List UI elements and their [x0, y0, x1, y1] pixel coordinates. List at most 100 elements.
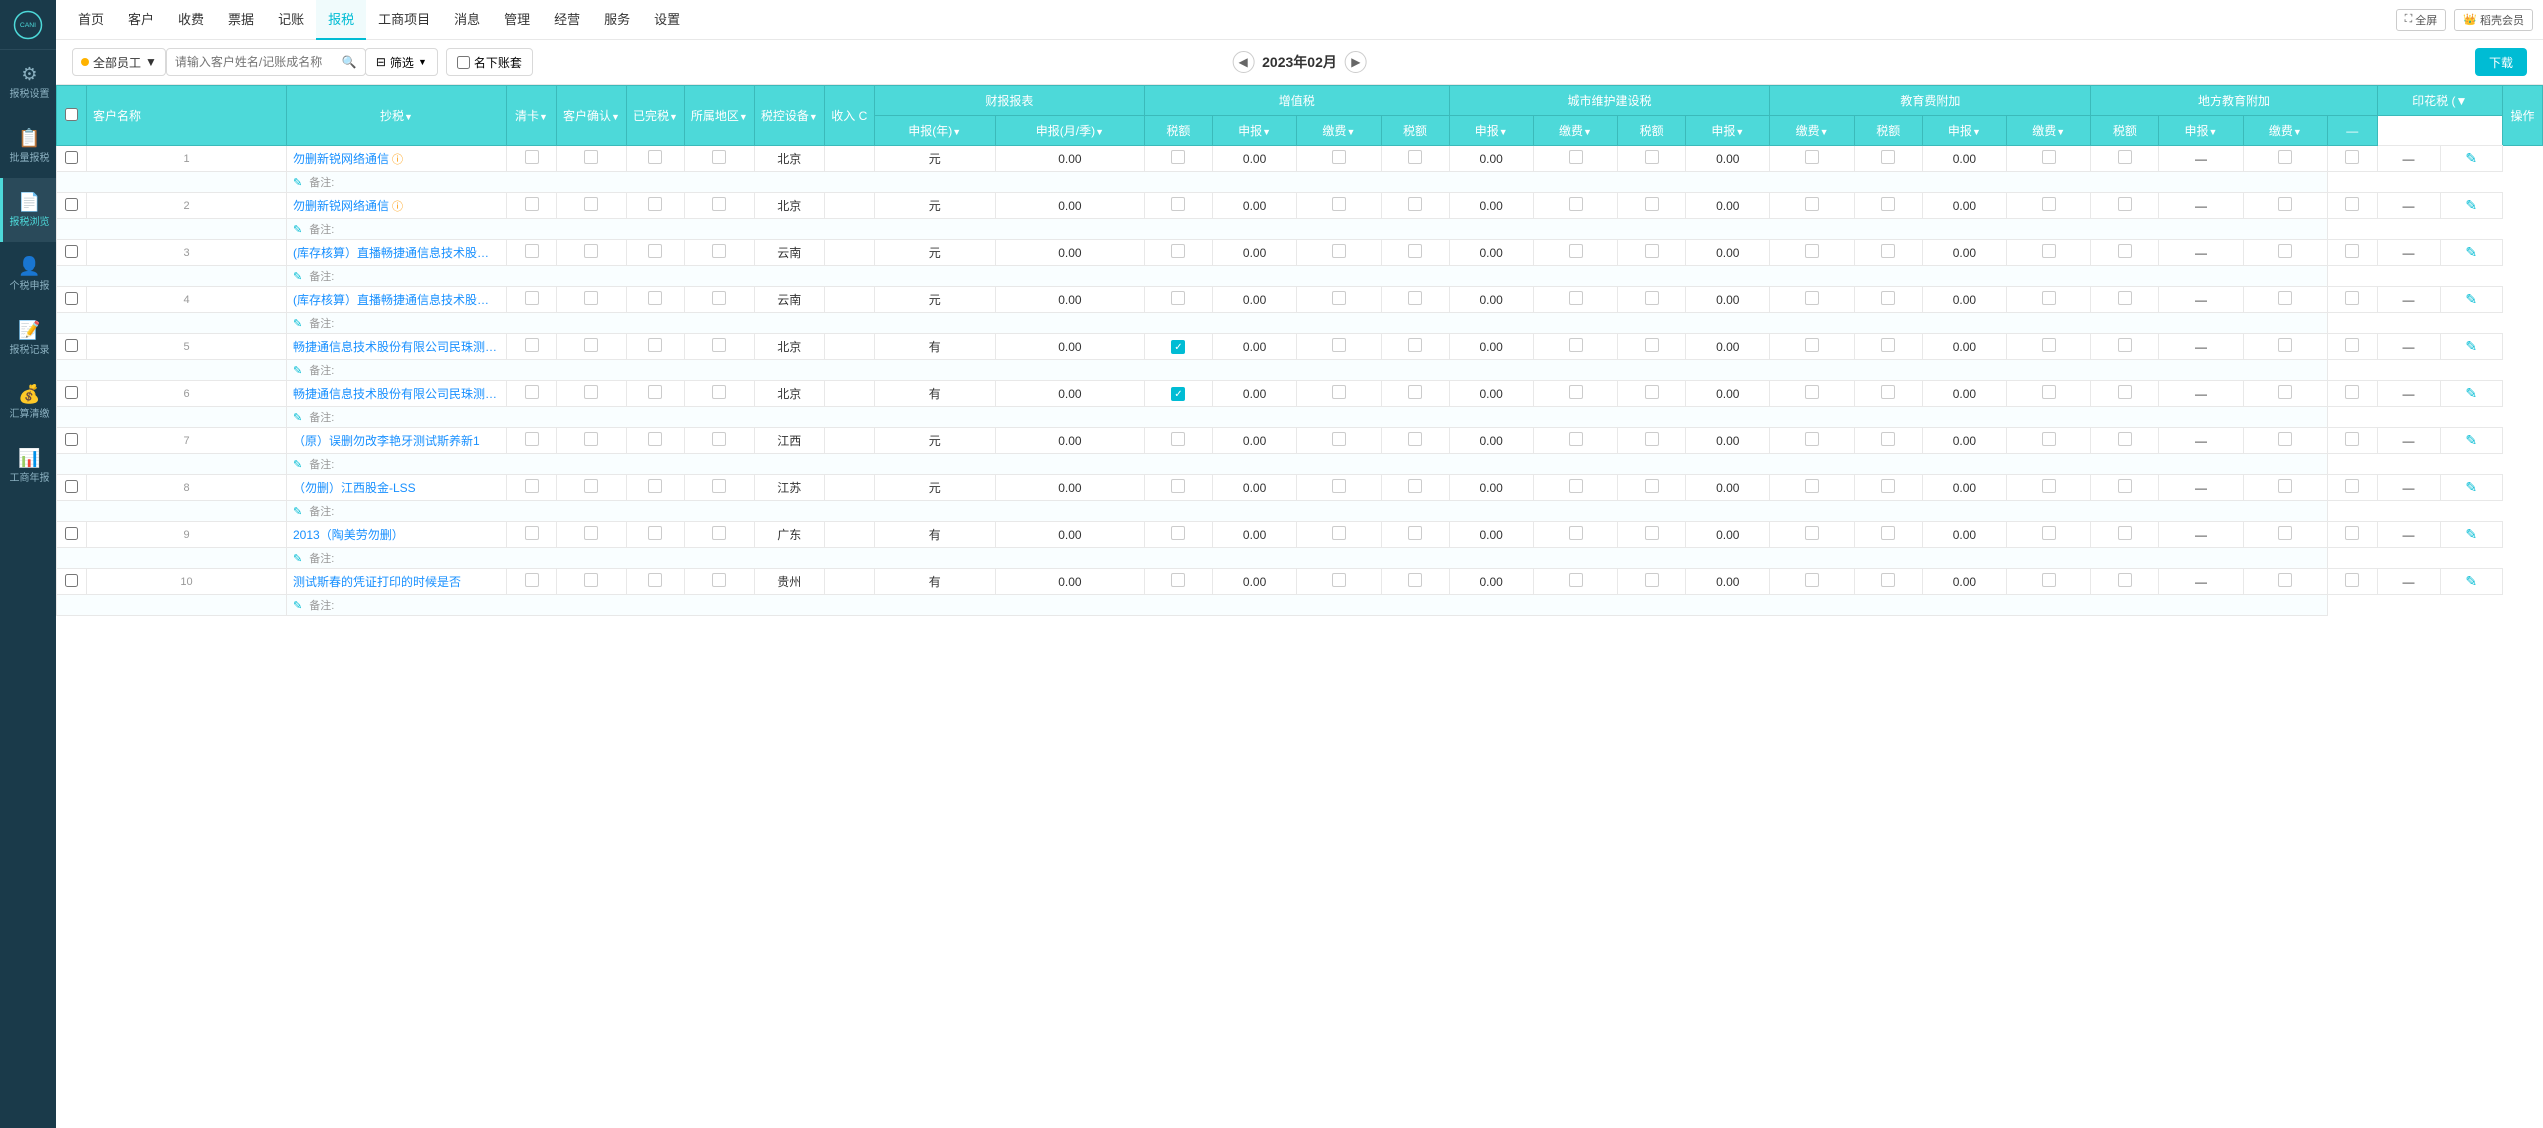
- empty-col-2-row-5[interactable]: [626, 381, 684, 407]
- checkbox-1-8[interactable]: [584, 526, 598, 540]
- vat-pay-9[interactable]: [1381, 569, 1449, 595]
- row-checkbox-cell[interactable]: [57, 381, 87, 407]
- client-name-cell-3[interactable]: (库存核算）直播畅捷通信息技术股份有限...ⓘ: [287, 287, 507, 313]
- checkbox-0-6[interactable]: [525, 432, 539, 446]
- checkbox-0-1[interactable]: [525, 197, 539, 211]
- vat-report-5[interactable]: [1297, 381, 1381, 407]
- date-prev-button[interactable]: ◀: [1232, 51, 1254, 73]
- row-checkbox-cell[interactable]: [57, 522, 87, 548]
- edit-cell-2[interactable]: ✎: [2440, 240, 2503, 266]
- nav-service[interactable]: 服务: [592, 0, 642, 40]
- empty-col-3-row-8[interactable]: [684, 522, 754, 548]
- client-name-link-1[interactable]: 勿删新锐网络通信: [293, 199, 389, 213]
- empty-col-3-row-4[interactable]: [684, 334, 754, 360]
- name-table-checkbox[interactable]: [457, 56, 470, 69]
- edit-cell-6[interactable]: ✎: [2440, 428, 2503, 454]
- city-report-8[interactable]: [1533, 522, 1617, 548]
- edu-report-9[interactable]: [1770, 569, 1854, 595]
- local-report-0[interactable]: [2007, 146, 2091, 172]
- edu-pay-2[interactable]: [1854, 240, 1922, 266]
- stamp-pay-2[interactable]: [2328, 240, 2378, 266]
- note-content-6[interactable]: ✎ 备注:: [287, 454, 2328, 475]
- edu-pay-6[interactable]: [1854, 428, 1922, 454]
- report-month-4[interactable]: ✓: [1144, 334, 1212, 360]
- client-name-link-7[interactable]: （勿删）江西股金-LSS: [293, 481, 416, 495]
- empty-col-0-row-3[interactable]: [507, 287, 557, 313]
- vat-report-9[interactable]: [1297, 569, 1381, 595]
- edit-icon-4[interactable]: ✎: [2465, 338, 2477, 354]
- client-name-cell-1[interactable]: 勿删新锐网络通信ⓘ: [287, 193, 507, 219]
- empty-check-9[interactable]: [1171, 573, 1185, 587]
- nav-tax[interactable]: 报税: [316, 0, 366, 40]
- note-content-7[interactable]: ✎ 备注:: [287, 501, 2328, 522]
- th-stamp-report[interactable]: 申报▼: [2159, 116, 2243, 146]
- empty-col-3-row-7[interactable]: [684, 475, 754, 501]
- empty-col-2-row-7[interactable]: [626, 475, 684, 501]
- edu-report-8[interactable]: [1770, 522, 1854, 548]
- checkbox-2-5[interactable]: [648, 385, 662, 399]
- edit-cell-9[interactable]: ✎: [2440, 569, 2503, 595]
- vat-pay-7[interactable]: [1381, 475, 1449, 501]
- edit-icon-0[interactable]: ✎: [2465, 150, 2477, 166]
- city-report-6[interactable]: [1533, 428, 1617, 454]
- sidebar-item-summary-clear[interactable]: 💰 汇算清缴: [0, 370, 56, 434]
- edit-cell-3[interactable]: ✎: [2440, 287, 2503, 313]
- empty-col-0-row-6[interactable]: [507, 428, 557, 454]
- stamp-report-0[interactable]: [2243, 146, 2327, 172]
- note-content-0[interactable]: ✎ 备注:: [287, 172, 2328, 193]
- checkbox-2-7[interactable]: [648, 479, 662, 493]
- client-name-cell-0[interactable]: 勿删新锐网络通信ⓘ: [287, 146, 507, 172]
- th-vat-pay[interactable]: 缴费▼: [1297, 116, 1381, 146]
- sidebar-item-tax-settings[interactable]: ⚙ 报税设置: [0, 50, 56, 114]
- nav-operations[interactable]: 经营: [542, 0, 592, 40]
- checkbox-3-1[interactable]: [712, 197, 726, 211]
- checkbox-1-1[interactable]: [584, 197, 598, 211]
- vat-report-6[interactable]: [1297, 428, 1381, 454]
- checkbox-0-5[interactable]: [525, 385, 539, 399]
- vat-pay-3[interactable]: [1381, 287, 1449, 313]
- checkbox-0-4[interactable]: [525, 338, 539, 352]
- th-local-pay[interactable]: 缴费▼: [2007, 116, 2091, 146]
- empty-col-0-row-9[interactable]: [507, 569, 557, 595]
- checkbox-2-3[interactable]: [648, 291, 662, 305]
- empty-col-2-row-0[interactable]: [626, 146, 684, 172]
- search-icon[interactable]: 🔍: [342, 55, 357, 69]
- th-city-pay[interactable]: 缴费▼: [1533, 116, 1617, 146]
- city-pay-5[interactable]: [1618, 381, 1686, 407]
- note-content-9[interactable]: ✎ 备注:: [287, 595, 2328, 616]
- local-report-9[interactable]: [2007, 569, 2091, 595]
- empty-check-7[interactable]: [1171, 479, 1185, 493]
- empty-col-3-row-2[interactable]: [684, 240, 754, 266]
- edit-icon-1[interactable]: ✎: [2465, 197, 2477, 213]
- stamp-pay-4[interactable]: [2328, 334, 2378, 360]
- client-name-link-6[interactable]: （原）误删勿改李艳牙测试斯养新1: [293, 434, 480, 448]
- local-pay-8[interactable]: [2091, 522, 2159, 548]
- edu-report-1[interactable]: [1770, 193, 1854, 219]
- city-pay-6[interactable]: [1618, 428, 1686, 454]
- client-name-cell-8[interactable]: 2013（陶美劳勿删）: [287, 522, 507, 548]
- th-qingka[interactable]: 清卡▼: [507, 86, 557, 146]
- empty-col-1-row-3[interactable]: [557, 287, 627, 313]
- note-content-2[interactable]: ✎ 备注:: [287, 266, 2328, 287]
- client-name-cell-5[interactable]: 畅捷通信息技术股份有限公司民珠测试ⓘ: [287, 381, 507, 407]
- th-local-report[interactable]: 申报▼: [1922, 116, 2006, 146]
- edit-cell-0[interactable]: ✎: [2440, 146, 2503, 172]
- checkbox-3-3[interactable]: [712, 291, 726, 305]
- edu-pay-9[interactable]: [1854, 569, 1922, 595]
- edu-pay-5[interactable]: [1854, 381, 1922, 407]
- vat-pay-0[interactable]: [1381, 146, 1449, 172]
- stamp-pay-5[interactable]: [2328, 381, 2378, 407]
- vat-pay-8[interactable]: [1381, 522, 1449, 548]
- nav-accounting[interactable]: 记账: [266, 0, 316, 40]
- local-pay-3[interactable]: [2091, 287, 2159, 313]
- city-report-7[interactable]: [1533, 475, 1617, 501]
- checkbox-1-5[interactable]: [584, 385, 598, 399]
- checkbox-1-9[interactable]: [584, 573, 598, 587]
- nav-client[interactable]: 客户: [116, 0, 166, 40]
- edit-cell-8[interactable]: ✎: [2440, 522, 2503, 548]
- row-checkbox-2[interactable]: [65, 245, 78, 258]
- edit-icon-7[interactable]: ✎: [2465, 479, 2477, 495]
- row-checkbox-8[interactable]: [65, 527, 78, 540]
- checkbox-3-4[interactable]: [712, 338, 726, 352]
- checkbox-3-5[interactable]: [712, 385, 726, 399]
